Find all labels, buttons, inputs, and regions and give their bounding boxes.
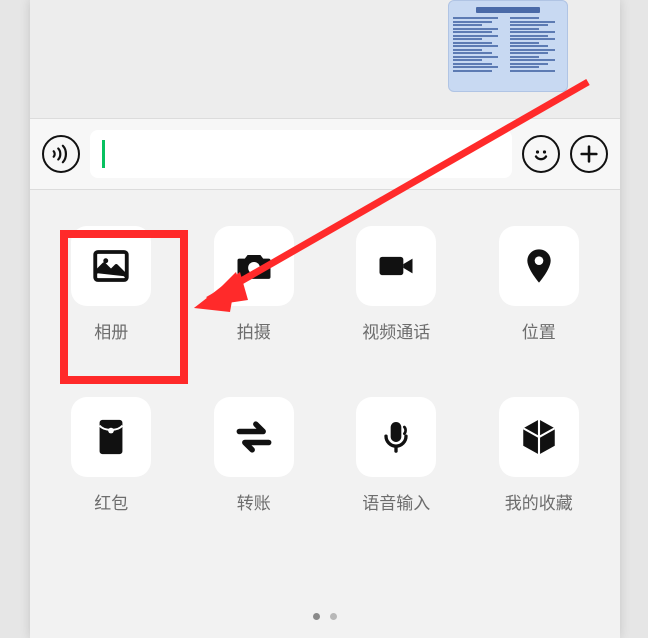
panel-item-label: 位置 [522,318,556,343]
text-caret [102,140,105,168]
panel-item-voice-input[interactable]: 语音输入 [339,397,454,514]
transfer-icon [232,415,276,459]
panel-item-label: 视频通话 [362,318,430,343]
panel-item-label: 转账 [237,489,271,514]
panel-item-location[interactable]: 位置 [482,226,597,343]
panel-item-label: 红包 [94,489,128,514]
page-dot[interactable] [330,613,337,620]
panel-item-label: 相册 [94,318,128,343]
smiley-icon [529,142,553,166]
emoji-button[interactable] [522,135,560,173]
message-input[interactable] [90,130,512,178]
panel-item-label: 我的收藏 [505,489,573,514]
panel-item-favorites[interactable]: 我的收藏 [482,397,597,514]
input-bar [30,118,620,190]
panel-item-label: 拍摄 [237,318,271,343]
page-dot[interactable] [313,613,320,620]
cube-icon [518,416,560,458]
page-indicator [30,613,620,620]
red-packet-icon [93,417,129,457]
panel-item-shoot[interactable]: 拍摄 [197,226,312,343]
camera-icon [232,244,276,288]
chat-message-image[interactable] [448,0,568,92]
gallery-icon [90,245,132,287]
chat-area [30,0,620,118]
voice-toggle-button[interactable] [42,135,80,173]
sound-wave-icon [50,143,72,165]
panel-item-video-call[interactable]: 视频通话 [339,226,454,343]
location-icon [519,246,559,286]
attach-panel: 相册 拍摄 视频通话 [30,190,620,638]
panel-item-transfer[interactable]: 转账 [197,397,312,514]
more-button[interactable] [570,135,608,173]
panel-item-album[interactable]: 相册 [54,226,169,343]
plus-icon [578,143,600,165]
mic-icon [376,417,416,457]
video-icon [374,244,418,288]
panel-item-red-packet[interactable]: 红包 [54,397,169,514]
panel-item-label: 语音输入 [362,489,430,514]
